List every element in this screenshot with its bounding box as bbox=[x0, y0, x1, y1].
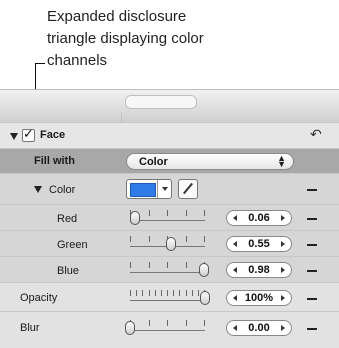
chevron-down-icon bbox=[162, 187, 168, 191]
slider-tick bbox=[185, 290, 187, 296]
color-row: Color bbox=[0, 173, 339, 205]
disclosure-triangle-icon[interactable] bbox=[10, 133, 18, 140]
face-checkbox[interactable]: ✓ bbox=[22, 126, 35, 142]
color-label: Color bbox=[49, 184, 76, 196]
slider-tick bbox=[148, 290, 150, 296]
inspector-panel: ✓ Face ↶ Fill with Color ▲ ▼ Color Red 0.… bbox=[0, 89, 339, 348]
slider-tick bbox=[130, 262, 131, 268]
callout-text: Expanded disclosure triangle displaying … bbox=[47, 6, 307, 72]
slider-thumb[interactable] bbox=[125, 321, 135, 335]
fill-with-value: Color bbox=[139, 156, 168, 168]
blur-stepper[interactable]: 0.00 bbox=[226, 320, 292, 336]
blue-minus-button[interactable] bbox=[307, 270, 317, 272]
slider-thumb[interactable] bbox=[129, 211, 140, 225]
callout-line-3: channels bbox=[47, 52, 108, 69]
increment-arrow-icon[interactable] bbox=[281, 295, 285, 301]
slider-thumb[interactable] bbox=[166, 237, 177, 251]
green-minus-button[interactable] bbox=[307, 244, 317, 246]
slider-tick bbox=[167, 320, 168, 326]
green-row: Green 0.55 bbox=[0, 230, 339, 257]
red-row: Red 0.06 bbox=[0, 204, 339, 231]
opacity-label: Opacity bbox=[20, 292, 58, 304]
slider-tick bbox=[204, 210, 205, 216]
fill-with-label: Fill with bbox=[34, 155, 75, 167]
slider-tick bbox=[130, 290, 131, 296]
increment-arrow-icon[interactable] bbox=[281, 215, 285, 221]
slider-thumb[interactable] bbox=[200, 291, 210, 305]
blue-label: Blue bbox=[57, 265, 80, 277]
blur-label: Blur bbox=[20, 322, 40, 334]
eyedropper-icon bbox=[183, 182, 193, 195]
reset-icon[interactable]: ↶ bbox=[310, 126, 322, 143]
slider-tick bbox=[185, 262, 187, 268]
fill-with-popup[interactable]: Color ▲ ▼ bbox=[126, 153, 294, 170]
panel-top-strip bbox=[0, 90, 339, 122]
slider-tick bbox=[148, 262, 150, 268]
slider-track[interactable] bbox=[130, 220, 205, 221]
slider-tick bbox=[160, 290, 162, 296]
opacity-slider[interactable] bbox=[130, 287, 210, 307]
color-swatch[interactable] bbox=[126, 179, 172, 199]
blue-row: Blue 0.98 bbox=[0, 256, 339, 283]
slider-tick bbox=[173, 290, 175, 296]
slider-tick bbox=[148, 320, 150, 326]
blur-minus-button[interactable] bbox=[307, 328, 317, 330]
slider-tick bbox=[167, 290, 168, 296]
slider-tick bbox=[148, 236, 150, 242]
slider-tick bbox=[142, 290, 144, 296]
red-label: Red bbox=[57, 213, 78, 225]
eyedropper-button[interactable] bbox=[178, 179, 198, 199]
increment-arrow-icon[interactable] bbox=[281, 267, 285, 273]
color-minus-button[interactable] bbox=[307, 189, 317, 191]
color-disclosure-triangle-icon[interactable] bbox=[34, 186, 42, 193]
panel-tab[interactable] bbox=[125, 95, 197, 109]
slider-tick bbox=[148, 210, 150, 216]
slider-tick bbox=[130, 236, 131, 242]
face-row: ✓ Face ↶ bbox=[0, 122, 339, 149]
callout-line-1: Expanded disclosure bbox=[47, 8, 187, 25]
blue-slider[interactable] bbox=[130, 259, 209, 279]
fill-with-row: Fill with Color ▲ ▼ bbox=[0, 148, 339, 174]
slider-tick bbox=[167, 210, 168, 216]
color-swatch-fill bbox=[130, 183, 156, 197]
slider-track[interactable] bbox=[130, 330, 205, 331]
increment-arrow-icon[interactable] bbox=[281, 241, 285, 247]
blue-stepper[interactable]: 0.98 bbox=[226, 262, 292, 278]
red-stepper[interactable]: 0.06 bbox=[226, 210, 292, 226]
callout-leader-tick bbox=[35, 63, 45, 64]
blur-slider[interactable] bbox=[125, 317, 205, 337]
slider-tick bbox=[154, 290, 156, 296]
increment-arrow-icon[interactable] bbox=[281, 325, 285, 331]
color-swatch-dropdown[interactable] bbox=[157, 180, 173, 198]
slider-tick bbox=[167, 262, 168, 268]
opacity-minus-button[interactable] bbox=[307, 298, 317, 300]
slider-tick bbox=[179, 290, 181, 296]
slider-tick bbox=[197, 290, 199, 296]
slider-tick bbox=[204, 320, 205, 326]
callout-line-2: triangle displaying color bbox=[47, 30, 204, 47]
face-label: Face bbox=[40, 129, 66, 141]
slider-tick bbox=[185, 210, 187, 216]
blur-row: Blur 0.00 bbox=[0, 311, 339, 348]
checkmark-icon: ✓ bbox=[23, 126, 34, 141]
green-slider[interactable] bbox=[130, 233, 205, 253]
opacity-row: Opacity 100% bbox=[0, 282, 339, 312]
green-stepper[interactable]: 0.55 bbox=[226, 236, 292, 252]
red-minus-button[interactable] bbox=[307, 218, 317, 220]
red-slider[interactable] bbox=[129, 207, 205, 227]
slider-tick bbox=[185, 236, 187, 242]
opacity-stepper[interactable]: 100% bbox=[226, 290, 292, 306]
updown-arrows-icon: ▲ ▼ bbox=[277, 153, 286, 169]
slider-tick bbox=[185, 320, 187, 326]
slider-tick bbox=[204, 236, 205, 242]
slider-track[interactable] bbox=[130, 300, 205, 301]
slider-tick bbox=[136, 290, 138, 296]
slider-thumb[interactable] bbox=[198, 263, 209, 277]
green-label: Green bbox=[57, 239, 88, 251]
slider-tick bbox=[191, 290, 193, 296]
slider-track[interactable] bbox=[130, 272, 205, 273]
